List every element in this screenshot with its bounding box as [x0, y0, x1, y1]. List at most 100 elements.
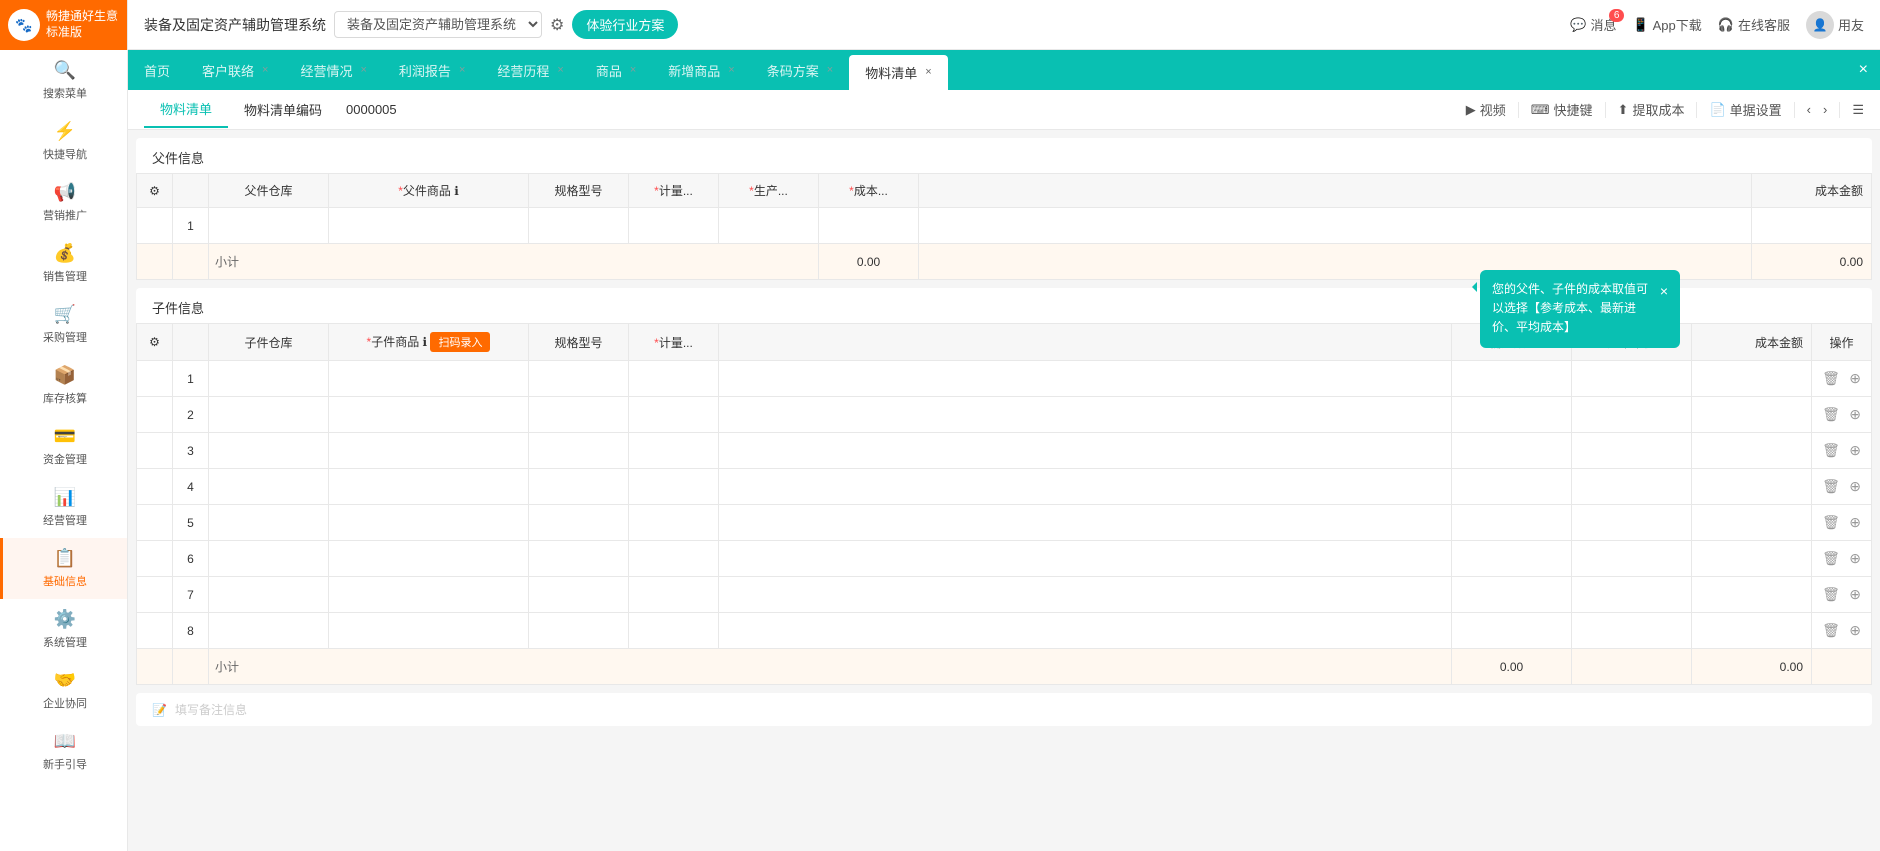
tab-customer[interactable]: 客户联络 × — [186, 53, 284, 88]
shortcut-button[interactable]: ⌨ 快捷键 — [1531, 100, 1593, 119]
child-row3-spec[interactable] — [529, 433, 629, 469]
child-row8-qty[interactable] — [1452, 613, 1572, 649]
child-row4-qty[interactable] — [1452, 469, 1572, 505]
view-button[interactable]: ▶ 视频 — [1466, 100, 1506, 119]
online-service-button[interactable]: 🎧 在线客服 — [1718, 15, 1790, 34]
child-row6-product[interactable] — [329, 541, 529, 577]
tooltip-close-button[interactable]: × — [1660, 280, 1668, 302]
child-row3-warehouse[interactable] — [209, 433, 329, 469]
copy-row-button[interactable]: ⊕ — [1846, 368, 1864, 389]
user-menu[interactable]: 👤 用友 — [1806, 11, 1864, 39]
child-row8-warehouse[interactable] — [209, 613, 329, 649]
sidebar-item-basic-info[interactable]: 📋 基础信息 — [0, 538, 127, 599]
child-row1-unit-cost[interactable] — [1572, 361, 1692, 397]
child-row2-warehouse[interactable] — [209, 397, 329, 433]
delete-row-button[interactable]: 🗑 — [1819, 404, 1843, 425]
parent-row1-cost[interactable] — [819, 208, 919, 244]
sidebar-item-quick-nav[interactable]: ⚡ 快捷导航 — [0, 111, 127, 172]
child-row3-qty[interactable] — [1452, 433, 1572, 469]
prev-button[interactable]: ‹ — [1807, 102, 1811, 117]
copy-row-button[interactable]: ⊕ — [1846, 404, 1864, 425]
copy-row-button[interactable]: ⊕ — [1846, 440, 1864, 461]
child-row2-unit-cost[interactable] — [1572, 397, 1692, 433]
delete-row-button[interactable]: 🗑 — [1819, 620, 1843, 641]
delete-row-button[interactable]: 🗑 — [1819, 512, 1843, 533]
child-row1-warehouse[interactable] — [209, 361, 329, 397]
parent-th-settings[interactable]: ⚙ — [137, 174, 173, 208]
tab-profit[interactable]: 利润报告 × — [383, 53, 481, 88]
close-all-tabs-button[interactable]: × — [1847, 53, 1880, 87]
sidebar-item-operation[interactable]: 📊 经营管理 — [0, 477, 127, 538]
child-row6-unit[interactable] — [629, 541, 719, 577]
parent-row1-product[interactable] — [329, 208, 529, 244]
child-row5-unit[interactable] — [629, 505, 719, 541]
child-row4-unit[interactable] — [629, 469, 719, 505]
child-row1-unit[interactable] — [629, 361, 719, 397]
note-placeholder[interactable]: 填写备注信息 — [175, 701, 247, 718]
child-row2-spec[interactable] — [529, 397, 629, 433]
sidebar-item-guide[interactable]: 📖 新手引导 — [0, 721, 127, 782]
tab-operation-status[interactable]: 经营情况 × — [284, 53, 382, 88]
copy-row-button[interactable]: ⊕ — [1846, 620, 1864, 641]
tab-barcode[interactable]: 条码方案 × — [751, 53, 849, 88]
child-row2-unit[interactable] — [629, 397, 719, 433]
child-row5-unit-cost[interactable] — [1572, 505, 1692, 541]
delete-row-button[interactable]: 🗑 — [1819, 440, 1843, 461]
parent-row1-warehouse[interactable] — [209, 208, 329, 244]
child-row6-warehouse[interactable] — [209, 541, 329, 577]
experience-button[interactable]: 体验行业方案 — [572, 10, 678, 39]
tab-operation-status-close[interactable]: × — [360, 64, 366, 76]
sidebar-item-search[interactable]: 🔍 搜索菜单 — [0, 50, 127, 111]
child-row7-unit-cost[interactable] — [1572, 577, 1692, 613]
tab-home[interactable]: 首页 — [128, 53, 186, 88]
child-row1-spec[interactable] — [529, 361, 629, 397]
child-row5-warehouse[interactable] — [209, 505, 329, 541]
extract-cost-button[interactable]: ⬆ 提取成本 — [1618, 100, 1685, 119]
sidebar-item-sales[interactable]: 💰 销售管理 — [0, 233, 127, 294]
child-row2-product[interactable] — [329, 397, 529, 433]
tab-profit-close[interactable]: × — [459, 64, 465, 76]
parent-row1-unit[interactable] — [629, 208, 719, 244]
child-row8-unit-cost[interactable] — [1572, 613, 1692, 649]
delete-row-button[interactable]: 🗑 — [1819, 584, 1843, 605]
next-button[interactable]: › — [1823, 102, 1827, 117]
tab-new-goods-close[interactable]: × — [728, 64, 734, 76]
tab-bom-close[interactable]: × — [925, 66, 931, 78]
copy-row-button[interactable]: ⊕ — [1846, 548, 1864, 569]
tab-bom[interactable]: 物料清单 × — [849, 55, 947, 90]
sidebar-item-finance[interactable]: 💳 资金管理 — [0, 416, 127, 477]
tab-goods-close[interactable]: × — [630, 64, 636, 76]
menu-button[interactable]: ☰ — [1852, 102, 1864, 118]
scan-input-button[interactable]: 扫码录入 — [430, 332, 490, 352]
child-row5-qty[interactable] — [1452, 505, 1572, 541]
child-row1-product[interactable] — [329, 361, 529, 397]
child-row4-warehouse[interactable] — [209, 469, 329, 505]
child-row8-spec[interactable] — [529, 613, 629, 649]
parent-row1-spec[interactable] — [529, 208, 629, 244]
child-row6-unit-cost[interactable] — [1572, 541, 1692, 577]
sub-tab-bom-list[interactable]: 物料清单 — [144, 91, 228, 128]
tab-history[interactable]: 经营历程 × — [481, 53, 579, 88]
child-row7-warehouse[interactable] — [209, 577, 329, 613]
child-row3-unit[interactable] — [629, 433, 719, 469]
child-row4-unit-cost[interactable] — [1572, 469, 1692, 505]
tab-customer-close[interactable]: × — [262, 64, 268, 76]
system-dropdown[interactable]: 装备及固定资产辅助管理系统 — [334, 11, 542, 38]
sidebar-item-purchase[interactable]: 🛒 采购管理 — [0, 294, 127, 355]
tab-new-goods[interactable]: 新增商品 × — [652, 53, 750, 88]
child-row7-qty[interactable] — [1452, 577, 1572, 613]
sub-tab-bom-code-label[interactable]: 物料清单编码 — [228, 92, 338, 127]
sidebar-item-enterprise[interactable]: 🤝 企业协同 — [0, 660, 127, 721]
child-row7-product[interactable] — [329, 577, 529, 613]
sidebar-item-system[interactable]: ⚙️ 系统管理 — [0, 599, 127, 660]
delete-row-button[interactable]: 🗑 — [1819, 476, 1843, 497]
child-row3-product[interactable] — [329, 433, 529, 469]
settings-gear-button[interactable]: ⚙ — [550, 15, 564, 35]
child-row8-unit[interactable] — [629, 613, 719, 649]
tab-goods[interactable]: 商品 × — [580, 53, 652, 88]
single-settings-button[interactable]: 📄 单据设置 — [1709, 100, 1781, 119]
copy-row-button[interactable]: ⊕ — [1846, 584, 1864, 605]
sidebar-item-inventory[interactable]: 📦 库存核算 — [0, 355, 127, 416]
delete-row-button[interactable]: 🗑 — [1819, 548, 1843, 569]
app-download-button[interactable]: 📱 App下载 — [1632, 15, 1701, 34]
